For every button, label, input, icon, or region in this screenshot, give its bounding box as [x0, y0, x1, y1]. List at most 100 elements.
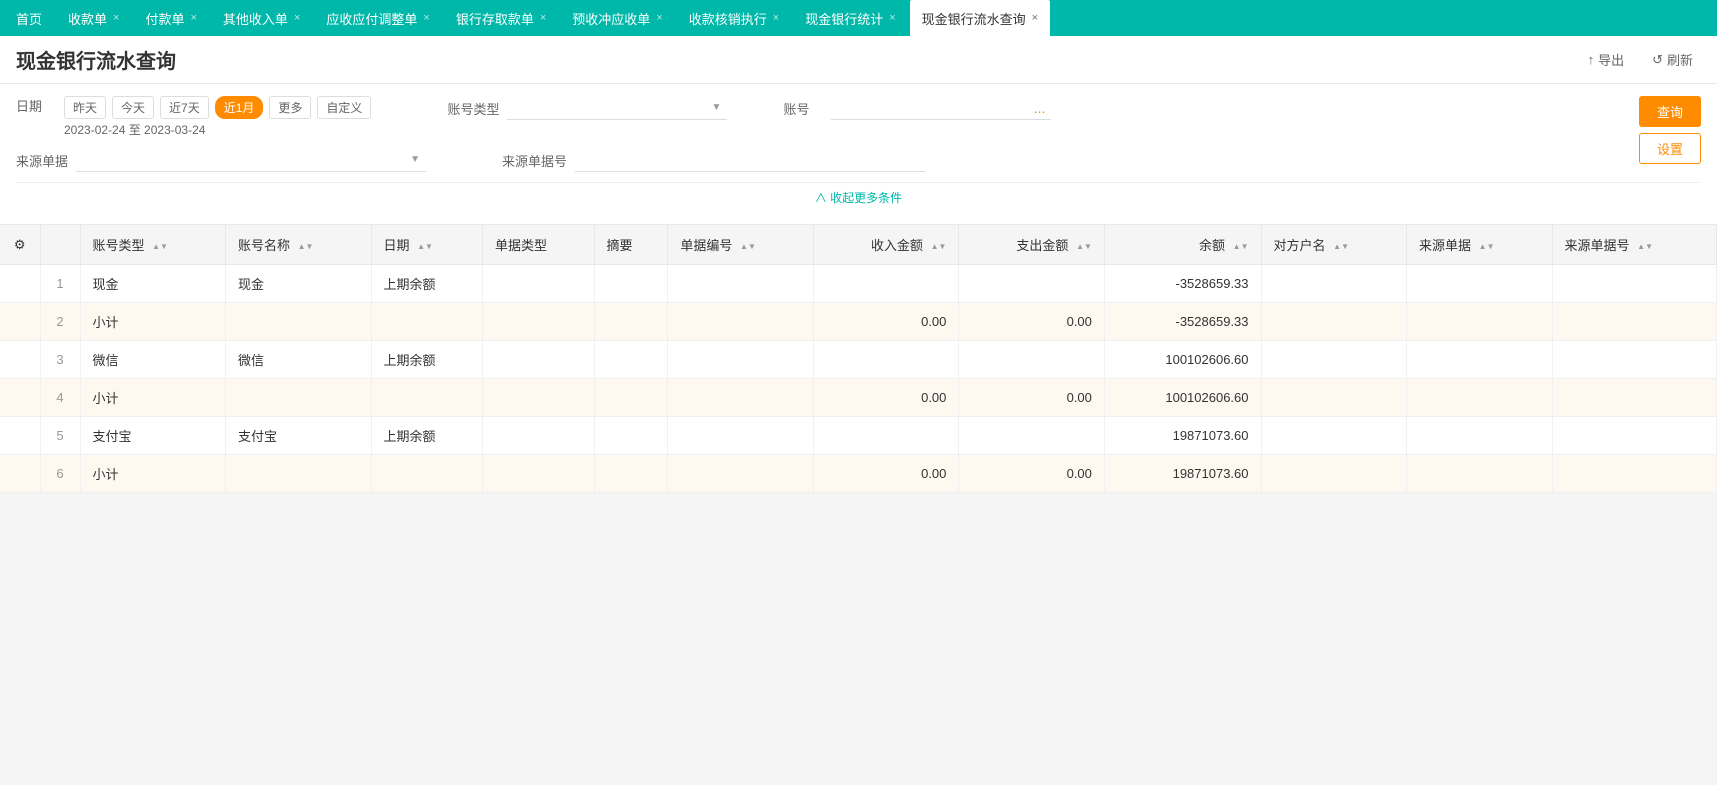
settings-cell	[0, 303, 40, 341]
account-type-cell: 小计	[80, 379, 226, 417]
doc-type-cell	[483, 417, 595, 455]
date-btn-today[interactable]: 今天	[112, 96, 154, 119]
row-num-cell: 5	[40, 417, 80, 455]
balance-cell: 100102606.60	[1104, 379, 1261, 417]
export-button[interactable]: ↑ 导出	[1580, 46, 1633, 73]
source-doc-num-cell	[1552, 265, 1716, 303]
col-header-expense[interactable]: 支出金额 ▲▼	[959, 225, 1105, 265]
close-tab-icon[interactable]: ×	[190, 12, 196, 24]
date-btn-7days[interactable]: 近7天	[160, 96, 209, 119]
account-type-label: 账号类型	[447, 99, 499, 118]
col-header-source-doc-num[interactable]: 来源单据号 ▲▼	[1552, 225, 1716, 265]
col-header-date[interactable]: 日期 ▲▼	[371, 225, 483, 265]
sort-icon: ▲▼	[1333, 242, 1349, 251]
account-name-cell	[226, 379, 372, 417]
close-tab-icon[interactable]: ×	[1032, 12, 1038, 24]
table-container: ⚙ 账号类型 ▲▼ 账号名称 ▲▼ 日期 ▲▼ 单据类型	[0, 225, 1717, 493]
close-tab-icon[interactable]: ×	[540, 12, 546, 24]
doc-num-cell	[668, 341, 814, 379]
summary-cell	[594, 455, 668, 493]
doc-type-cell	[483, 379, 595, 417]
nav-tab-应收应付调整单[interactable]: 应收应付调整单 ×	[314, 0, 441, 36]
col-header-doc-num[interactable]: 单据编号 ▲▼	[668, 225, 814, 265]
settings-cell	[0, 265, 40, 303]
source-doc-num-cell	[1552, 455, 1716, 493]
summary-cell	[594, 265, 668, 303]
page-title: 现金银行流水查询	[16, 45, 176, 74]
collapse-bar[interactable]: ∧ 收起更多条件	[16, 182, 1701, 212]
col-header-income[interactable]: 收入金额 ▲▼	[813, 225, 959, 265]
account-type-dropdown-icon[interactable]: ▼	[706, 102, 728, 113]
sort-icon: ▲▼	[1233, 242, 1249, 251]
doc-num-cell	[668, 379, 814, 417]
close-tab-icon[interactable]: ×	[656, 12, 662, 24]
date-cell: 上期余额	[371, 417, 483, 455]
account-type-cell: 小计	[80, 303, 226, 341]
date-range: 2023-02-24 至 2023-03-24	[64, 121, 371, 138]
doc-type-cell	[483, 303, 595, 341]
nav-tab-其他收入单[interactable]: 其他收入单 ×	[211, 0, 312, 36]
nav-tab-现金银行统计[interactable]: 现金银行统计 ×	[793, 0, 907, 36]
export-icon: ↑	[1588, 52, 1595, 67]
account-type-input[interactable]	[507, 96, 705, 119]
nav-tab-现金银行流水查询[interactable]: 现金银行流水查询 ×	[910, 0, 1050, 36]
close-tab-icon[interactable]: ×	[294, 12, 300, 24]
table-settings-icon[interactable]: ⚙	[14, 237, 26, 252]
counterpart-cell	[1261, 265, 1407, 303]
nav-tab-收款核销执行[interactable]: 收款核销执行 ×	[677, 0, 791, 36]
date-btn-yesterday[interactable]: 昨天	[64, 96, 106, 119]
source-doc-input[interactable]	[76, 148, 404, 171]
page-header: 现金银行流水查询 ↑ 导出 ↺ 刷新	[0, 36, 1717, 84]
account-type-cell: 现金	[80, 265, 226, 303]
expense-cell	[959, 265, 1105, 303]
nav-home[interactable]: 首页	[4, 0, 54, 36]
close-tab-icon[interactable]: ×	[113, 12, 119, 24]
nav-tab-收款单[interactable]: 收款单 ×	[56, 0, 131, 36]
source-doc-cell	[1407, 265, 1553, 303]
refresh-icon: ↺	[1652, 52, 1663, 68]
account-more-icon[interactable]: ...	[1028, 100, 1052, 116]
date-btn-custom[interactable]: 自定义	[317, 96, 371, 119]
settings-column-header[interactable]: ⚙	[0, 225, 40, 265]
counterpart-cell	[1261, 379, 1407, 417]
col-header-account-type[interactable]: 账号类型 ▲▼	[80, 225, 226, 265]
source-doc-num-cell	[1552, 417, 1716, 455]
row-num-cell: 3	[40, 341, 80, 379]
doc-num-cell	[668, 417, 814, 455]
doc-num-cell	[668, 455, 814, 493]
summary-cell	[594, 379, 668, 417]
col-header-balance[interactable]: 余额 ▲▼	[1104, 225, 1261, 265]
close-tab-icon[interactable]: ×	[889, 12, 895, 24]
search-button[interactable]: 查询	[1639, 96, 1701, 127]
expense-cell: 0.00	[959, 379, 1105, 417]
table-row: 5支付宝支付宝上期余额19871073.60	[0, 417, 1717, 455]
date-btn-more[interactable]: 更多	[269, 96, 311, 119]
source-doc-dropdown-icon[interactable]: ▼	[404, 154, 426, 165]
nav-tab-预收冲应收单[interactable]: 预收冲应收单 ×	[560, 0, 674, 36]
date-cell	[371, 303, 483, 341]
settings-button[interactable]: 设置	[1639, 133, 1701, 164]
source-doc-cell	[1407, 379, 1553, 417]
source-doc-num-input[interactable]	[575, 148, 925, 171]
nav-tab-银行存取款单[interactable]: 银行存取款单 ×	[444, 0, 558, 36]
counterpart-cell	[1261, 455, 1407, 493]
close-tab-icon[interactable]: ×	[423, 12, 429, 24]
account-name-cell: 微信	[226, 341, 372, 379]
date-cell: 上期余额	[371, 341, 483, 379]
expense-cell	[959, 341, 1105, 379]
col-header-counterpart[interactable]: 对方户名 ▲▼	[1261, 225, 1407, 265]
source-doc-cell	[1407, 303, 1553, 341]
account-input[interactable]	[831, 96, 1027, 119]
doc-type-cell	[483, 341, 595, 379]
col-header-source-doc[interactable]: 来源单据 ▲▼	[1407, 225, 1553, 265]
sort-icon: ▲▼	[1076, 242, 1092, 251]
nav-tab-付款单[interactable]: 付款单 ×	[133, 0, 208, 36]
date-btn-1month[interactable]: 近1月	[215, 96, 264, 119]
counterpart-cell	[1261, 341, 1407, 379]
close-tab-icon[interactable]: ×	[773, 12, 779, 24]
account-type-cell: 支付宝	[80, 417, 226, 455]
income-cell: 0.00	[813, 455, 959, 493]
doc-num-cell	[668, 265, 814, 303]
col-header-account-name[interactable]: 账号名称 ▲▼	[226, 225, 372, 265]
refresh-button[interactable]: ↺ 刷新	[1644, 46, 1701, 73]
